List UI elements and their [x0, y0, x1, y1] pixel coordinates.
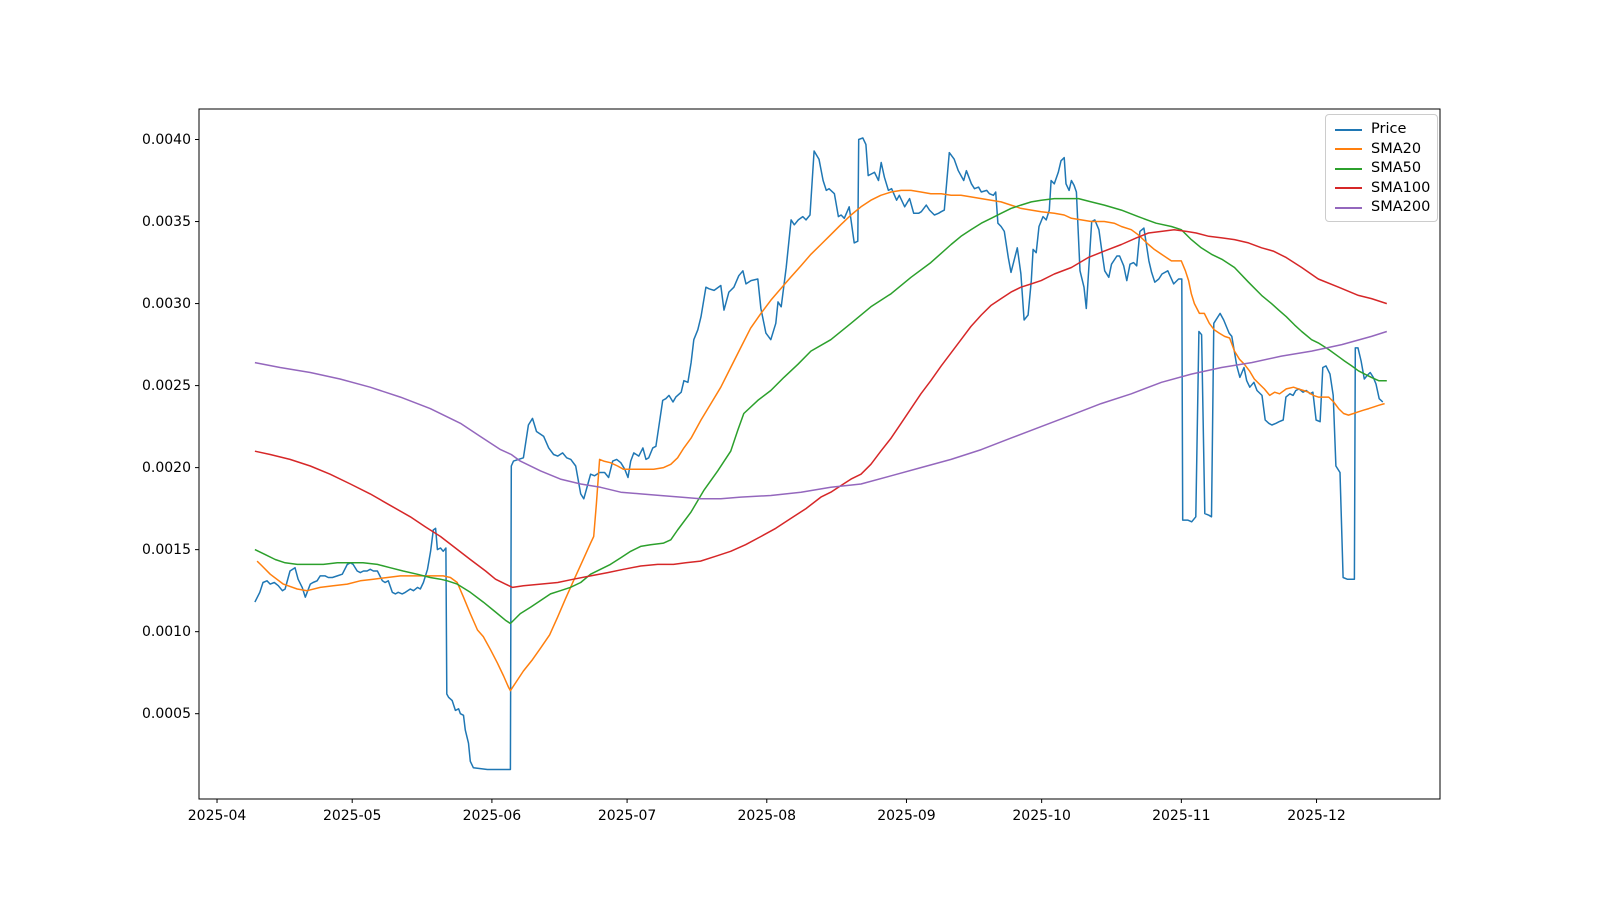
- legend-label: SMA200: [1371, 199, 1431, 215]
- y-tick-label: 0.0040: [142, 132, 191, 148]
- figure: 2025-04 2025-05 2025-06 2025-07 2025-08 2025-…: [0, 0, 1600, 900]
- legend-item-sma20: SMA20: [1335, 140, 1428, 160]
- legend: Price SMA20 SMA50 SMA100 SMA200: [1325, 114, 1438, 222]
- sma20-line-swatch-icon: [1335, 148, 1362, 151]
- axes-frame: [198, 108, 1441, 800]
- legend-label: SMA20: [1371, 140, 1422, 157]
- legend-item-sma200: SMA200: [1335, 198, 1431, 218]
- x-tick-label: 2025-08: [738, 808, 797, 824]
- legend-item-sma100: SMA100: [1335, 179, 1431, 199]
- sma100-line-swatch-icon: [1335, 187, 1362, 190]
- x-tick-label: 2025-10: [1012, 808, 1071, 824]
- y-tick-label: 0.0015: [142, 542, 191, 558]
- legend-label: Price: [1371, 121, 1407, 137]
- x-tick-label: 2025-06: [463, 808, 522, 824]
- y-tick-label: 0.0025: [142, 378, 191, 394]
- legend-item-price: Price: [1335, 120, 1428, 140]
- sma200-line-swatch-icon: [1335, 206, 1362, 209]
- y-tick-label: 0.0010: [142, 624, 191, 640]
- y-tick-label: 0.0030: [142, 296, 191, 312]
- x-tick-label: 2025-04: [188, 808, 247, 824]
- x-tick-label: 2025-11: [1152, 808, 1211, 824]
- price-line-swatch-icon: [1335, 128, 1362, 131]
- legend-label: SMA50: [1371, 160, 1422, 176]
- legend-label: SMA100: [1371, 179, 1431, 196]
- x-tick-label: 2025-07: [598, 808, 657, 824]
- y-tick-label: 0.0005: [142, 706, 191, 722]
- y-tick-label: 0.0035: [142, 214, 191, 230]
- sma50-line-swatch-icon: [1335, 167, 1362, 170]
- x-tick-label: 2025-09: [877, 808, 936, 824]
- legend-item-sma50: SMA50: [1335, 159, 1428, 179]
- x-tick-label: 2025-05: [323, 808, 382, 824]
- y-tick-label: 0.0020: [142, 460, 191, 476]
- x-tick-label: 2025-12: [1287, 808, 1346, 824]
